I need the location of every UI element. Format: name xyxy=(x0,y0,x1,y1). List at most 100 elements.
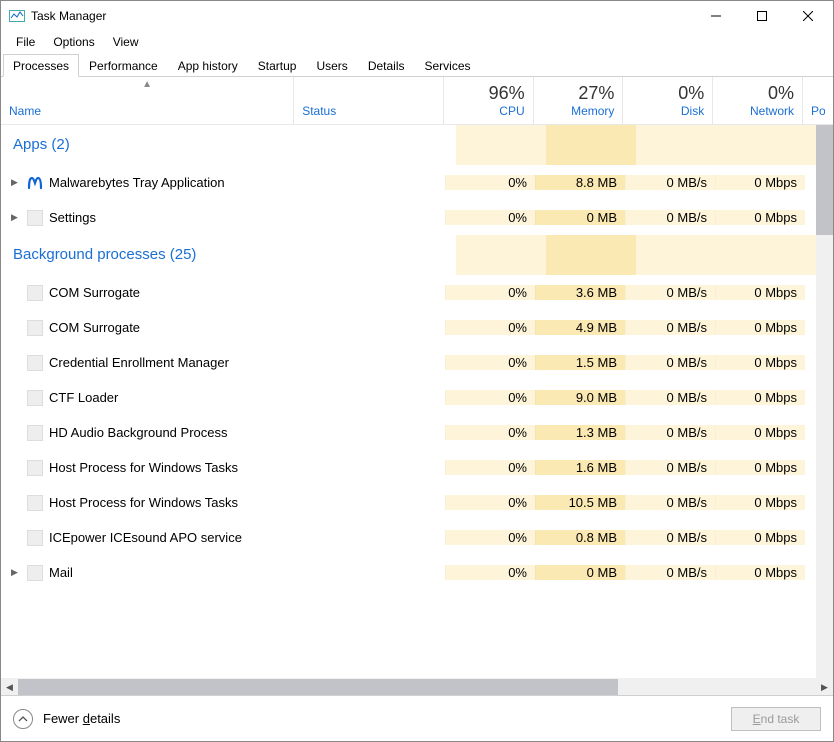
tab-users[interactable]: Users xyxy=(306,54,357,77)
disk-cell: 0 MB/s xyxy=(625,320,715,335)
tab-details[interactable]: Details xyxy=(358,54,415,77)
memory-cell: 10.5 MB xyxy=(535,495,625,510)
minimize-button[interactable] xyxy=(693,1,739,31)
cpu-cell: 0% xyxy=(445,495,535,510)
network-cell: 0 Mbps xyxy=(715,495,805,510)
column-name[interactable]: ▲ Name xyxy=(1,77,294,124)
fewer-details-link[interactable]: Fewer details xyxy=(43,711,120,726)
chevron-up-icon[interactable] xyxy=(13,709,33,729)
tab-processes[interactable]: Processes xyxy=(3,54,79,77)
process-name: Settings xyxy=(49,210,96,225)
disk-cell: 0 MB/s xyxy=(625,285,715,300)
process-name-cell: HD Audio Background Process xyxy=(1,425,295,441)
process-name-cell: Host Process for Windows Tasks xyxy=(1,495,295,511)
memory-cell: 1.3 MB xyxy=(535,425,625,440)
tab-app-history[interactable]: App history xyxy=(168,54,248,77)
process-name: COM Surrogate xyxy=(49,285,140,300)
process-name-cell: COM Surrogate xyxy=(1,320,295,336)
table-row[interactable]: COM Surrogate0%3.6 MB0 MB/s0 Mbps xyxy=(1,275,816,310)
process-icon xyxy=(27,425,43,441)
task-manager-icon xyxy=(9,8,25,24)
process-name: Credential Enrollment Manager xyxy=(49,355,229,370)
menu-options[interactable]: Options xyxy=(44,33,103,51)
process-icon xyxy=(27,565,43,581)
hscroll-right[interactable]: ▶ xyxy=(816,679,833,696)
network-cell: 0 Mbps xyxy=(715,460,805,475)
vertical-scrollbar[interactable] xyxy=(816,125,833,678)
cpu-cell: 0% xyxy=(445,530,535,545)
chevron-right-icon[interactable]: ▶ xyxy=(11,177,25,188)
column-disk[interactable]: 0% Disk xyxy=(623,77,713,124)
process-icon xyxy=(27,320,43,336)
column-status[interactable]: Status xyxy=(294,77,444,124)
close-button[interactable] xyxy=(785,1,831,31)
column-power[interactable]: Po xyxy=(803,77,833,124)
table-row[interactable]: HD Audio Background Process0%1.3 MB0 MB/… xyxy=(1,415,816,450)
process-icon xyxy=(27,355,43,371)
titlebar: Task Manager xyxy=(1,1,833,31)
process-name-cell: ▶ Settings xyxy=(1,210,295,226)
column-network[interactable]: 0% Network xyxy=(713,77,803,124)
memory-cell: 3.6 MB xyxy=(535,285,625,300)
menu-file[interactable]: File xyxy=(7,33,44,51)
disk-cell: 0 MB/s xyxy=(625,530,715,545)
process-name-cell: Host Process for Windows Tasks xyxy=(1,460,295,476)
cpu-cell: 0% xyxy=(445,210,535,225)
tab-startup[interactable]: Startup xyxy=(248,54,307,77)
memory-cell: 1.5 MB xyxy=(535,355,625,370)
hscroll-thumb[interactable] xyxy=(18,679,618,695)
process-name: HD Audio Background Process xyxy=(49,425,227,440)
group-header[interactable]: Apps (2) xyxy=(1,125,816,165)
sort-asc-icon: ▲ xyxy=(142,79,152,90)
cpu-cell: 0% xyxy=(445,390,535,405)
process-name-cell: ▶ Mail xyxy=(1,565,295,581)
group-header[interactable]: Background processes (25) xyxy=(1,235,816,275)
column-cpu[interactable]: 96% CPU xyxy=(444,77,534,124)
cpu-cell: 0% xyxy=(445,425,535,440)
menu-view[interactable]: View xyxy=(104,33,148,51)
network-cell: 0 Mbps xyxy=(715,210,805,225)
hscroll-left[interactable]: ◀ xyxy=(1,679,18,696)
process-name-cell: CTF Loader xyxy=(1,390,295,406)
maximize-button[interactable] xyxy=(739,1,785,31)
table-row[interactable]: CTF Loader0%9.0 MB0 MB/s0 Mbps xyxy=(1,380,816,415)
memory-cell: 9.0 MB xyxy=(535,390,625,405)
process-list-area: Apps (2) ▶ Malwarebytes Tray Application 0%… xyxy=(1,125,833,678)
process-name: Host Process for Windows Tasks xyxy=(49,495,238,510)
window-title: Task Manager xyxy=(31,9,693,23)
horizontal-scrollbar[interactable]: ◀ ▶ xyxy=(1,678,833,695)
end-task-button[interactable]: End task xyxy=(731,707,821,731)
cpu-cell: 0% xyxy=(445,565,535,580)
disk-cell: 0 MB/s xyxy=(625,495,715,510)
table-row[interactable]: ▶Malwarebytes Tray Application0%8.8 MB0 … xyxy=(1,165,816,200)
table-row[interactable]: Host Process for Windows Tasks0%10.5 MB0… xyxy=(1,485,816,520)
column-memory[interactable]: 27% Memory xyxy=(534,77,624,124)
hscroll-track[interactable] xyxy=(18,679,816,695)
table-row[interactable]: Host Process for Windows Tasks0%1.6 MB0 … xyxy=(1,450,816,485)
chevron-right-icon[interactable]: ▶ xyxy=(11,212,25,223)
table-row[interactable]: COM Surrogate0%4.9 MB0 MB/s0 Mbps xyxy=(1,310,816,345)
process-name-cell: Credential Enrollment Manager xyxy=(1,355,295,371)
table-row[interactable]: ICEpower ICEsound APO service0%0.8 MB0 M… xyxy=(1,520,816,555)
vertical-scroll-thumb[interactable] xyxy=(816,125,833,235)
process-name-cell: COM Surrogate xyxy=(1,285,295,301)
process-icon xyxy=(27,460,43,476)
process-icon xyxy=(27,210,43,226)
tabstrip: Processes Performance App history Startu… xyxy=(1,53,833,77)
tab-services[interactable]: Services xyxy=(415,54,481,77)
table-row[interactable]: Credential Enrollment Manager0%1.5 MB0 M… xyxy=(1,345,816,380)
process-name: CTF Loader xyxy=(49,390,118,405)
disk-cell: 0 MB/s xyxy=(625,390,715,405)
process-table[interactable]: Apps (2) ▶ Malwarebytes Tray Application 0%… xyxy=(1,125,816,678)
process-name: Malwarebytes Tray Application xyxy=(49,175,225,190)
tab-performance[interactable]: Performance xyxy=(79,54,168,77)
network-cell: 0 Mbps xyxy=(715,530,805,545)
table-row[interactable]: ▶Mail0%0 MB0 MB/s0 Mbps xyxy=(1,555,816,590)
process-name: Host Process for Windows Tasks xyxy=(49,460,238,475)
table-row[interactable]: ▶Settings0%0 MB0 MB/s0 Mbps xyxy=(1,200,816,235)
chevron-right-icon[interactable]: ▶ xyxy=(11,567,25,578)
memory-cell: 0.8 MB xyxy=(535,530,625,545)
disk-cell: 0 MB/s xyxy=(625,565,715,580)
cpu-cell: 0% xyxy=(445,460,535,475)
process-name: Mail xyxy=(49,565,73,580)
